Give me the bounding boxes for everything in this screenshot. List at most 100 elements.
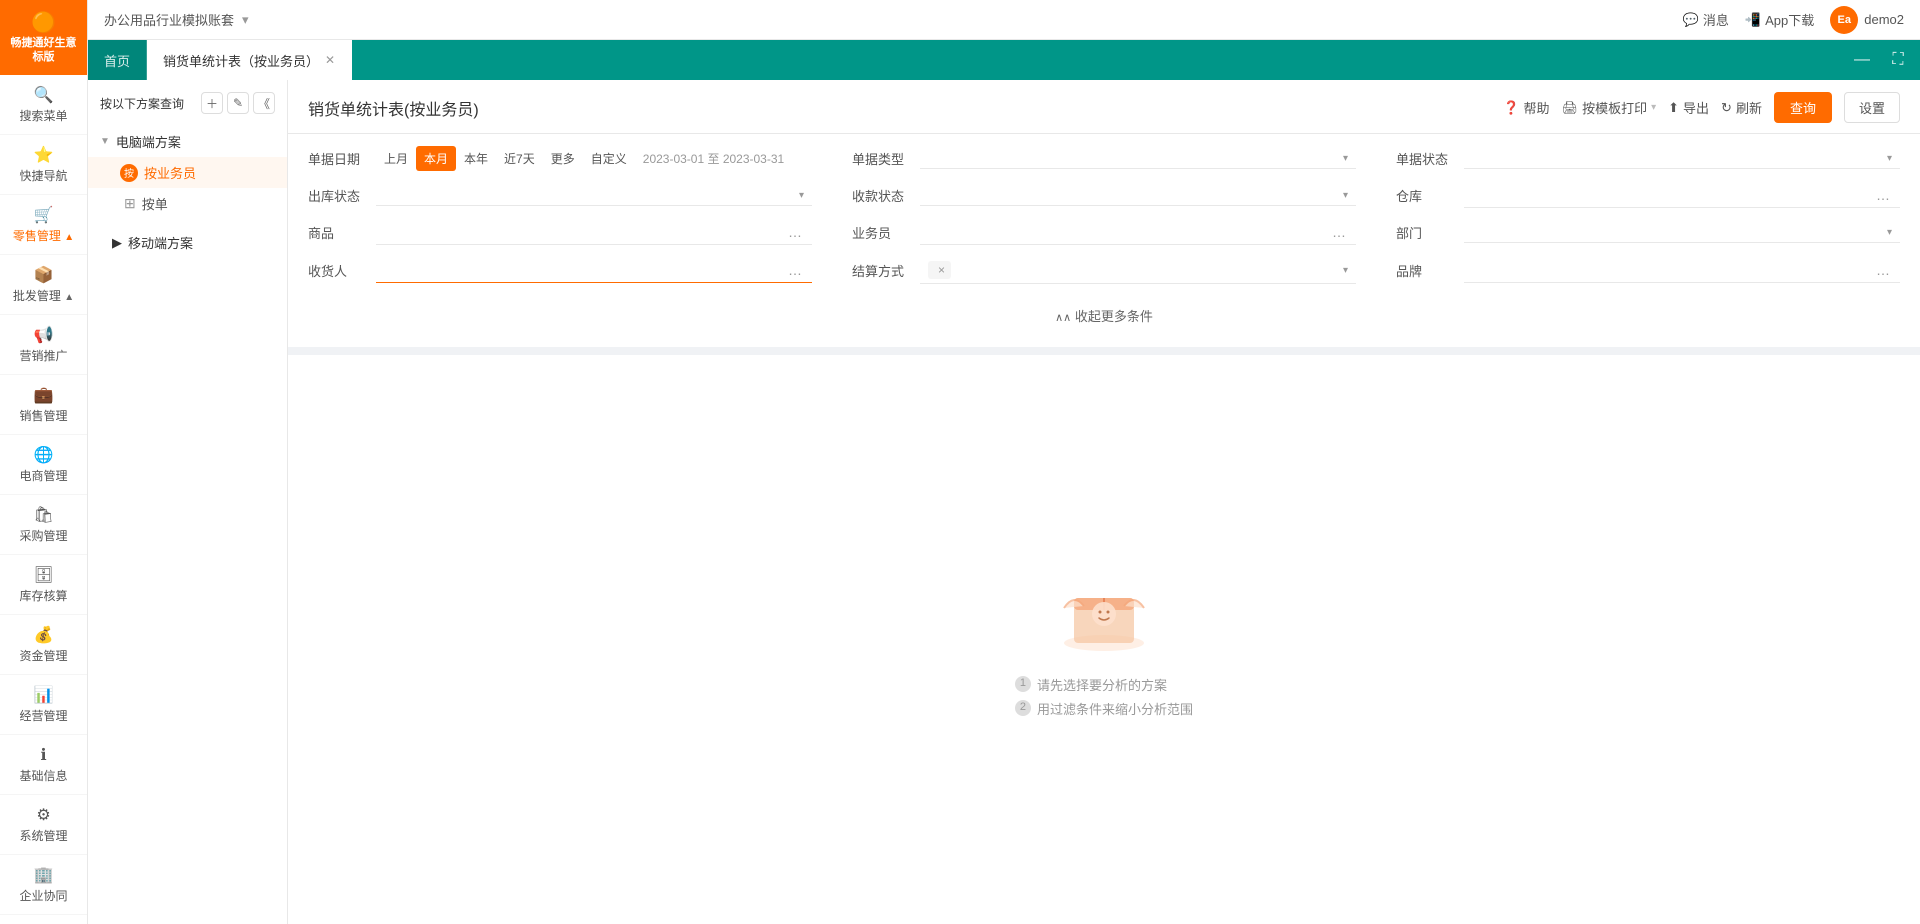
scheme-item-by-salesman[interactable]: 按 按业务员	[88, 157, 287, 188]
basic-icon: ℹ	[4, 745, 83, 765]
empty-state: 1 请先选择要分析的方案 2 用过滤条件来缩小分析范围	[288, 355, 1920, 924]
settlement-select[interactable]: × ▾	[920, 257, 1356, 284]
sidebar-item-retail[interactable]: 🛒 零售管理 ▲	[0, 195, 87, 255]
sidebar-item-purchase[interactable]: 🛍 采购管理	[0, 495, 87, 555]
filter-row-1: 单据日期 上月 本月 本年 近7天 更多 自定义 2023-03-01 至 20…	[308, 146, 1900, 171]
date-btn-more[interactable]: 更多	[543, 146, 583, 171]
settlement-label: 结算方式	[852, 261, 912, 280]
page-actions: ❓ 帮助 🖨 按模板打印 ▾ ⬆ 导出 ↻	[1503, 92, 1900, 123]
sidebar-item-label: 销售管理	[19, 409, 67, 423]
left-panel: 按以下方案查询 ＋ ✎ 《 ▼ 电脑端方案 按 按业务员 ⊞ 按单	[88, 80, 288, 924]
message-btn[interactable]: 💬 消息	[1683, 10, 1729, 29]
edit-scheme-btn[interactable]: ✎	[227, 92, 249, 114]
sidebar-item-inventory[interactable]: 🗄 库存核算	[0, 555, 87, 615]
doc-status-select[interactable]: ▾	[1464, 149, 1900, 169]
receiver-dots: …	[788, 262, 804, 278]
inventory-icon: 🗄	[4, 565, 83, 585]
tab-expand-btn[interactable]: ⛶	[1884, 46, 1912, 74]
empty-illustration	[1044, 558, 1164, 658]
settlement-arrow: ▾	[1343, 265, 1348, 276]
app-download-label: App下载	[1765, 10, 1814, 29]
scheme-group-desktop-header[interactable]: ▼ 电脑端方案	[88, 126, 287, 157]
doc-status-label: 单据状态	[1396, 149, 1456, 168]
sidebar-item-basic[interactable]: ℹ 基础信息	[0, 735, 87, 795]
sidebar-item-search[interactable]: 🔍 搜索菜单	[0, 75, 87, 135]
tab-close-icon[interactable]: ✕	[325, 53, 335, 67]
brand-dots: …	[1876, 262, 1892, 278]
brand-select[interactable]: …	[1464, 258, 1900, 283]
filter-department: 部门 ▾	[1396, 223, 1900, 243]
scheme-item-by-order[interactable]: ⊞ 按单	[88, 188, 287, 219]
collapse-more-btn[interactable]: ∧∧ 收起更多条件	[308, 296, 1900, 335]
date-btn-this-year[interactable]: 本年	[456, 146, 496, 171]
sidebar-item-operation[interactable]: 📊 经营管理	[0, 675, 87, 735]
wholesale-icon: 📦	[4, 265, 83, 285]
system-icon: ⚙	[4, 805, 83, 825]
tab-home[interactable]: 首页	[88, 40, 147, 80]
brand-label: 品牌	[1396, 261, 1456, 280]
settlement-tag: ×	[928, 261, 951, 279]
doc-type-label: 单据类型	[852, 149, 912, 168]
main-area: 办公用品行业模拟账套 ▾ 💬 消息 📲 App下载 Ea demo2 首页	[88, 0, 1920, 924]
sidebar-item-finance[interactable]: 💰 资金管理	[0, 615, 87, 675]
sidebar-item-wholesale[interactable]: 📦 批发管理 ▲	[0, 255, 87, 315]
help-btn[interactable]: ❓ 帮助	[1503, 98, 1549, 117]
collapse-panel-btn[interactable]: 《	[253, 92, 275, 114]
desktop-group-arrow: ▼	[100, 136, 110, 147]
doc-type-select[interactable]: ▾	[920, 149, 1356, 169]
help-icon: ❓	[1503, 100, 1519, 116]
department-label: 部门	[1396, 223, 1456, 242]
filter-brand: 品牌 …	[1396, 258, 1900, 283]
settings-btn[interactable]: 设置	[1844, 92, 1900, 123]
query-btn[interactable]: 查询	[1774, 92, 1832, 123]
filter-row-2: 出库状态 ▾ 收款状态 ▾	[308, 183, 1900, 208]
refresh-btn[interactable]: ↻ 刷新	[1721, 98, 1762, 117]
scheme-group-mobile-header[interactable]: ▶ 移动端方案	[88, 227, 287, 258]
company-selector[interactable]: 办公用品行业模拟账套	[104, 10, 234, 29]
settlement-tag-clear[interactable]: ×	[938, 263, 945, 277]
sidebar-item-sales[interactable]: 💼 销售管理	[0, 375, 87, 435]
export-btn[interactable]: ⬆ 导出	[1668, 98, 1709, 117]
scheme-group-desktop: ▼ 电脑端方案 按 按业务员 ⊞ 按单	[88, 122, 287, 223]
payment-status-select[interactable]: ▾	[920, 186, 1356, 206]
filter-section: 单据日期 上月 本月 本年 近7天 更多 自定义 2023-03-01 至 20…	[288, 134, 1920, 347]
left-panel-title: 按以下方案查询	[100, 95, 197, 112]
tab-minimize-btn[interactable]: —	[1848, 46, 1876, 74]
top-header: 办公用品行业模拟账套 ▾ 💬 消息 📲 App下载 Ea demo2	[88, 0, 1920, 40]
date-btn-last-month[interactable]: 上月	[376, 146, 416, 171]
department-arrow: ▾	[1887, 227, 1892, 238]
sidebar-item-system[interactable]: ⚙ 系统管理	[0, 795, 87, 855]
department-select[interactable]: ▾	[1464, 223, 1900, 243]
warehouse-dots: …	[1876, 187, 1892, 203]
warehouse-select[interactable]: …	[1464, 183, 1900, 208]
date-btn-7days[interactable]: 近7天	[496, 146, 543, 171]
date-btn-this-month[interactable]: 本月	[416, 146, 456, 171]
template-print-btn[interactable]: 🖨 按模板打印 ▾	[1562, 98, 1657, 117]
tab-sales-stat[interactable]: 销货单统计表（按业务员） ✕	[147, 40, 352, 80]
finance-icon: 💰	[4, 625, 83, 645]
salesman-select[interactable]: …	[920, 220, 1356, 245]
add-scheme-btn[interactable]: ＋	[201, 92, 223, 114]
sidebar-logo[interactable]: 🟠 畅捷通好生意 标版	[0, 0, 87, 75]
date-btn-custom[interactable]: 自定义	[583, 146, 635, 171]
page-title: 销货单统计表(按业务员)	[308, 96, 479, 120]
company-dropdown-icon[interactable]: ▾	[242, 12, 249, 28]
out-status-select[interactable]: ▾	[376, 186, 812, 206]
sidebar-item-newbie[interactable]: 🎯 新手引导	[0, 915, 87, 924]
sidebar-item-label: 营销推广	[19, 349, 67, 363]
user-profile-btn[interactable]: Ea demo2	[1830, 6, 1904, 34]
tab-home-label: 首页	[104, 51, 130, 70]
sidebar-item-label: 经营管理	[19, 709, 67, 723]
receiver-select[interactable]: …	[376, 258, 812, 283]
sidebar-item-quicknav[interactable]: ⭐ 快捷导航	[0, 135, 87, 195]
warehouse-label: 仓库	[1396, 186, 1456, 205]
app-download-btn[interactable]: 📲 App下载	[1745, 10, 1814, 29]
goods-dots: …	[788, 224, 804, 240]
content-area: 按以下方案查询 ＋ ✎ 《 ▼ 电脑端方案 按 按业务员 ⊞ 按单	[88, 80, 1920, 924]
purchase-icon: 🛍	[4, 505, 83, 525]
filter-row-3: 商品 … 业务员 …	[308, 220, 1900, 245]
sidebar-item-ecom[interactable]: 🌐 电商管理	[0, 435, 87, 495]
goods-select[interactable]: …	[376, 220, 812, 245]
sidebar-item-enterprise[interactable]: 🏢 企业协同	[0, 855, 87, 915]
sidebar-item-marketing[interactable]: 📢 营销推广	[0, 315, 87, 375]
